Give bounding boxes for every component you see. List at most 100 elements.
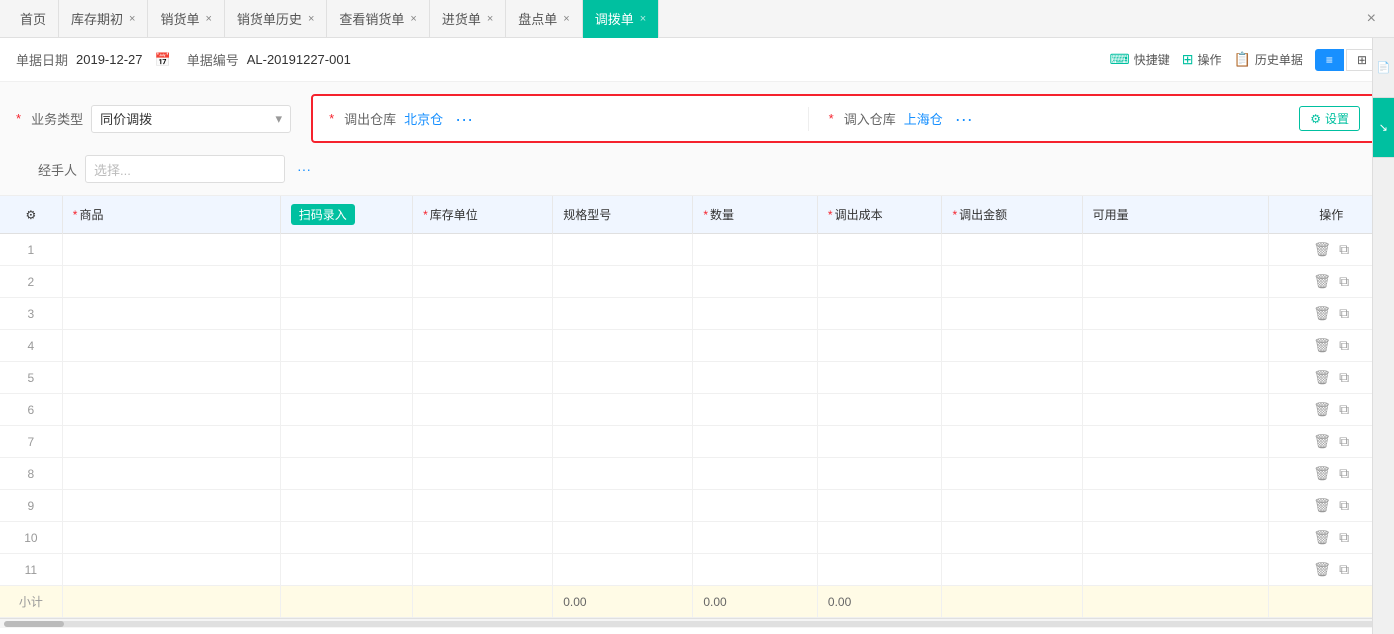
copy-icon[interactable]: ⧉ [1339,465,1349,482]
tab-purchase[interactable]: 进货单 × [430,0,506,38]
handler-more-icon[interactable]: ··· [297,162,311,176]
close-icon[interactable]: × [410,13,416,25]
delete-icon[interactable]: 🗑 [1313,529,1331,546]
history-icon: 📋 [1233,51,1250,68]
table-row: 5🗑⧉ [0,362,1394,394]
copy-icon[interactable]: ⧉ [1339,337,1349,354]
form-header-right: ⌨ 快捷键 ⊞ 操作 📋 历史单据 ≡ ⊞ [1109,49,1378,71]
keyboard-icon: ⌨ [1109,51,1129,68]
data-table: ⚙ *商品 扫码录入 *库存单位 规格型号 [0,196,1394,618]
handler-field: 经手人 选择... ··· [16,155,311,183]
th-cost: *调出成本 [817,196,942,234]
delete-icon[interactable]: 🗑 [1313,273,1331,290]
date-field: 单据日期 2019-12-27 📅 [16,50,171,69]
main-content: 单据日期 2019-12-27 📅 单据编号 AL-20191227-001 ⌨… [0,38,1394,634]
required-star: * [16,111,21,126]
sidebar-expand-btn[interactable]: ↗ [1373,98,1394,158]
target-warehouse-field: * 调入仓库 上海仓 ··· [829,109,1288,128]
tab-inventory[interactable]: 盘点单 × [506,0,582,38]
copy-icon[interactable]: ⧉ [1339,273,1349,290]
copy-icon[interactable]: ⧉ [1339,369,1349,386]
table-header-row: ⚙ *商品 扫码录入 *库存单位 规格型号 [0,196,1394,234]
handler-input[interactable]: 选择... [85,155,285,183]
business-type-label: 业务类型 [31,109,83,128]
window-close-icon[interactable]: × [1357,10,1386,28]
copy-icon[interactable]: ⧉ [1339,401,1349,418]
settings-btn[interactable]: ⚙ 设置 [1299,106,1360,131]
shortcuts-btn[interactable]: ⌨ 快捷键 [1109,51,1169,68]
copy-icon[interactable]: ⧉ [1339,561,1349,578]
close-icon[interactable]: × [487,13,493,25]
table-row: 9🗑⧉ [0,490,1394,522]
gear-icon: ⚙ [1310,112,1321,126]
tab-sales-order[interactable]: 销货单 × [148,0,224,38]
scan-btn[interactable]: 扫码录入 [291,204,355,225]
copy-icon[interactable]: ⧉ [1339,433,1349,450]
scroll-track [4,621,1390,627]
required-star-src: * [329,111,334,126]
target-warehouse-value[interactable]: 上海仓 [904,109,943,128]
close-icon[interactable]: × [205,13,211,25]
form-row-2: 经手人 选择... ··· [16,155,1378,183]
th-unit: *库存单位 [413,196,553,234]
list-view-btn[interactable]: ≡ [1315,49,1344,71]
table-row: 10🗑⧉ [0,522,1394,554]
tab-view-sales[interactable]: 查看销货单 × [327,0,429,38]
source-warehouse-field: * 调出仓库 北京仓 ··· [329,109,788,128]
copy-icon[interactable]: ⧉ [1339,241,1349,258]
dropdown-icon: ▾ [276,111,283,127]
close-icon[interactable]: × [640,13,646,25]
delete-icon[interactable]: 🗑 [1313,465,1331,482]
subtotal-row: 小计 0.00 0.00 0.00 [0,586,1394,618]
operations-btn[interactable]: ⊞ 操作 [1182,51,1222,68]
table-row: 7🗑⧉ [0,426,1394,458]
form-row-1: * 业务类型 同价调拨 ▾ * 调出仓库 北京仓 ··· [16,94,1378,143]
table-row: 8🗑⧉ [0,458,1394,490]
close-icon[interactable]: × [563,13,569,25]
copy-icon[interactable]: ⧉ [1339,529,1349,546]
delete-icon[interactable]: 🗑 [1313,433,1331,450]
copy-icon[interactable]: ⧉ [1339,305,1349,322]
subtotal-label: 小计 [0,586,62,618]
tab-transfer[interactable]: 调拨单 × [583,0,659,38]
table-row: 2🗑⧉ [0,266,1394,298]
source-warehouse-label: 调出仓库 [344,109,396,128]
scroll-thumb[interactable] [4,621,64,627]
tab-home[interactable]: 首页 [8,0,59,38]
delete-icon[interactable]: 🗑 [1313,369,1331,386]
source-warehouse-value[interactable]: 北京仓 [404,109,443,128]
target-warehouse-more-icon[interactable]: ··· [955,110,973,128]
th-product: *商品 [62,196,280,234]
delete-icon[interactable]: 🗑 [1313,497,1331,514]
tab-sales-history[interactable]: 销货单历史 × [225,0,327,38]
delete-icon[interactable]: 🗑 [1313,337,1331,354]
form-header-left: 单据日期 2019-12-27 📅 单据编号 AL-20191227-001 [16,50,1089,69]
table-row: 3🗑⧉ [0,298,1394,330]
copy-icon[interactable]: ⧉ [1339,497,1349,514]
tab-bar: 首页 库存期初 × 销货单 × 销货单历史 × 查看销货单 × 进货单 × 盘点… [0,0,1394,38]
tab-inventory-init[interactable]: 库存期初 × [59,0,148,38]
th-scan: 扫码录入 [280,196,412,234]
close-icon[interactable]: × [308,13,314,25]
history-btn[interactable]: 📋 历史单据 [1233,51,1302,68]
subtotal-qty: 0.00 [553,586,693,618]
close-icon[interactable]: × [129,13,135,25]
delete-icon[interactable]: 🗑 [1313,241,1331,258]
source-warehouse-more-icon[interactable]: ··· [455,110,473,128]
calendar-icon[interactable]: 📅 [155,52,171,68]
warehouse-divider [808,107,809,131]
form-header: 单据日期 2019-12-27 📅 单据编号 AL-20191227-001 ⌨… [0,38,1394,82]
required-star-tgt: * [829,111,834,126]
sidebar-document-btn[interactable]: 📄 [1373,38,1394,98]
table-row: 6🗑⧉ [0,394,1394,426]
delete-icon[interactable]: 🗑 [1313,561,1331,578]
delete-icon[interactable]: 🗑 [1313,401,1331,418]
form-body: * 业务类型 同价调拨 ▾ * 调出仓库 北京仓 ··· [0,82,1394,196]
table-row: 1🗑⧉ [0,234,1394,266]
th-settings[interactable]: ⚙ [0,196,62,234]
target-warehouse-label: 调入仓库 [844,109,896,128]
doc-value: AL-20191227-001 [247,52,351,67]
business-type-input[interactable]: 同价调拨 ▾ [91,105,291,133]
delete-icon[interactable]: 🗑 [1313,305,1331,322]
scroll-bar[interactable] [0,618,1394,628]
